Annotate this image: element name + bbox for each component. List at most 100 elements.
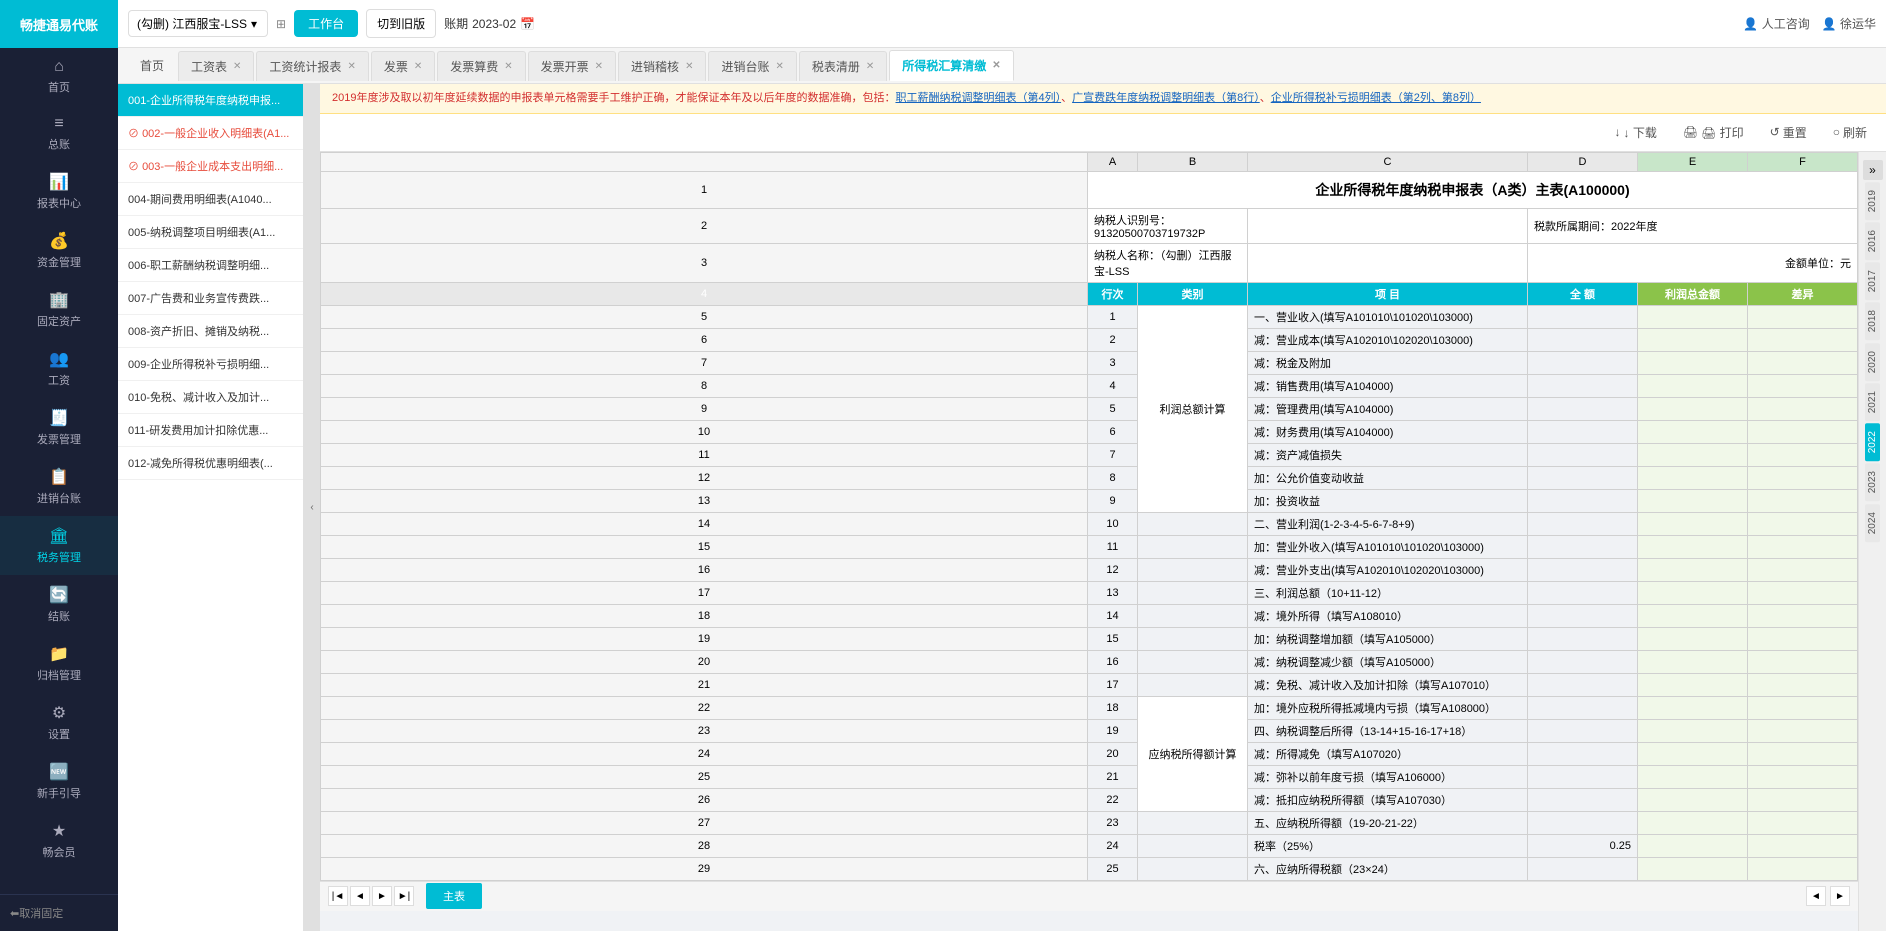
cell-diff[interactable] <box>1748 397 1858 420</box>
cell-num[interactable]: 19 <box>1088 719 1138 742</box>
cell-diff[interactable] <box>1748 834 1858 857</box>
cell-diff[interactable] <box>1748 719 1858 742</box>
cell-profit[interactable] <box>1638 535 1748 558</box>
cell-item[interactable]: 加：境外应税所得抵减境内亏损（填写A108000） <box>1248 696 1528 719</box>
tab-tax-table[interactable]: 税表清册 ✕ <box>799 51 887 81</box>
cell-amount[interactable] <box>1528 627 1638 650</box>
sheet-nav-prev[interactable]: ◄ <box>350 886 370 906</box>
tab-income-tax[interactable]: 所得税汇算清缴 ✕ <box>889 50 1013 81</box>
warning-link-1[interactable]: 职工薪酬纳税调整明细表（第4列） <box>895 92 1061 104</box>
cell-profit[interactable] <box>1638 696 1748 719</box>
left-panel-item-005[interactable]: 005-纳税调整项目明细表(A1... <box>118 216 303 249</box>
cell-item[interactable]: 加：投资收益 <box>1248 489 1528 512</box>
year-item-2021[interactable]: 2021 <box>1865 383 1880 421</box>
cell-num[interactable]: 4 <box>1088 374 1138 397</box>
cell-num[interactable]: 15 <box>1088 627 1138 650</box>
cell-profit[interactable] <box>1638 742 1748 765</box>
cell-diff[interactable] <box>1748 305 1858 328</box>
cell-num[interactable]: 9 <box>1088 489 1138 512</box>
refresh-button[interactable]: ○ 刷新 <box>1826 120 1874 145</box>
cell-diff[interactable] <box>1748 374 1858 397</box>
close-icon[interactable]: ✕ <box>233 61 241 72</box>
sheet-tab-main[interactable]: 主表 <box>426 883 482 909</box>
cell-profit[interactable] <box>1638 351 1748 374</box>
cell-diff[interactable] <box>1748 788 1858 811</box>
cell-diff[interactable] <box>1748 466 1858 489</box>
cell-profit[interactable] <box>1638 420 1748 443</box>
cell-item[interactable]: 六、应纳所得税额（23×24） <box>1248 857 1528 880</box>
cell-profit[interactable] <box>1638 489 1748 512</box>
year-item-2024[interactable]: 2024 <box>1865 504 1880 542</box>
cell-num[interactable]: 20 <box>1088 742 1138 765</box>
cell-profit[interactable] <box>1638 834 1748 857</box>
cell-num[interactable]: 5 <box>1088 397 1138 420</box>
workbench-button[interactable]: 工作台 <box>294 10 358 37</box>
cell-num[interactable]: 23 <box>1088 811 1138 834</box>
sheet-nav-next[interactable]: ► <box>372 886 392 906</box>
cell-num[interactable]: 21 <box>1088 765 1138 788</box>
cell-amount[interactable] <box>1528 604 1638 627</box>
cell-diff[interactable] <box>1748 857 1858 880</box>
cell-amount[interactable] <box>1528 397 1638 420</box>
close-icon[interactable]: ✕ <box>347 61 355 72</box>
tab-purchase-audit[interactable]: 进销稽核 ✕ <box>618 51 706 81</box>
cell-amount[interactable] <box>1528 765 1638 788</box>
cell-item[interactable]: 四、纳税调整后所得（13-14+15-16-17+18） <box>1248 719 1528 742</box>
cell-profit[interactable] <box>1638 305 1748 328</box>
sidebar-item-payroll[interactable]: 👥 工资 <box>0 339 118 398</box>
unpin-button[interactable]: ⬅ 取消固定 <box>0 894 118 931</box>
scroll-left[interactable]: ◄ <box>1806 886 1826 906</box>
sidebar-item-guide[interactable]: 🆕 新手引导 <box>0 752 118 811</box>
cell-item[interactable]: 减：财务费用(填写A104000) <box>1248 420 1528 443</box>
sidebar-item-vip[interactable]: ★ 畅会员 <box>0 811 118 870</box>
left-panel-item-012[interactable]: 012-减免所得税优惠明细表(... <box>118 447 303 480</box>
close-icon[interactable]: ✕ <box>685 61 693 72</box>
cell-item[interactable]: 减：营业外支出(填写A102010\102020\103000) <box>1248 558 1528 581</box>
cell-profit[interactable] <box>1638 558 1748 581</box>
sidebar-item-purchases[interactable]: 📋 进销台账 <box>0 457 118 516</box>
cell-item[interactable]: 加：纳税调整增加额（填写A105000） <box>1248 627 1528 650</box>
cell-amount[interactable] <box>1528 650 1638 673</box>
cell-num[interactable]: 6 <box>1088 420 1138 443</box>
cell-item[interactable]: 减：抵扣应纳税所得额（填写A107030） <box>1248 788 1528 811</box>
year-item-2020[interactable]: 2020 <box>1865 343 1880 381</box>
cell-profit[interactable] <box>1638 719 1748 742</box>
year-item-2016[interactable]: 2016 <box>1865 222 1880 260</box>
cell-item[interactable]: 减：弥补以前年度亏损（填写A106000） <box>1248 765 1528 788</box>
cell-item[interactable]: 减：免税、减计收入及加计扣除（填写A107010） <box>1248 673 1528 696</box>
cell-num[interactable]: 1 <box>1088 305 1138 328</box>
cell-profit[interactable] <box>1638 374 1748 397</box>
left-panel-item-003[interactable]: 003-一般企业成本支出明细... <box>118 150 303 183</box>
close-icon[interactable]: ✕ <box>504 61 512 72</box>
cell-num[interactable]: 11 <box>1088 535 1138 558</box>
cell-item[interactable]: 减：管理费用(填写A104000) <box>1248 397 1528 420</box>
cell-item[interactable]: 减：所得减免（填写A107020） <box>1248 742 1528 765</box>
cell-item[interactable]: 减：营业成本(填写A102010\102020\103000) <box>1248 328 1528 351</box>
calendar-icon[interactable]: 📅 <box>520 17 535 31</box>
cell-amount[interactable] <box>1528 581 1638 604</box>
cell-diff[interactable] <box>1748 673 1858 696</box>
cell-diff[interactable] <box>1748 742 1858 765</box>
cell-diff[interactable] <box>1748 489 1858 512</box>
cell-item[interactable]: 减：纳税调整减少额（填写A105000） <box>1248 650 1528 673</box>
sidebar-item-home[interactable]: ⌂ 首页 <box>0 48 118 105</box>
scroll-right[interactable]: ► <box>1830 886 1850 906</box>
cell-num[interactable]: 18 <box>1088 696 1138 719</box>
switch-version-button[interactable]: 切到旧版 <box>366 9 436 38</box>
cell-profit[interactable] <box>1638 650 1748 673</box>
cell-amount[interactable] <box>1528 466 1638 489</box>
cell-item[interactable]: 减：税金及附加 <box>1248 351 1528 374</box>
tab-home[interactable]: 首页 <box>128 51 176 80</box>
collapse-panel-button[interactable]: ‹ <box>304 84 320 931</box>
cell-amount[interactable] <box>1528 328 1638 351</box>
cell-amount[interactable] <box>1528 719 1638 742</box>
cell-num[interactable]: 7 <box>1088 443 1138 466</box>
cell-profit[interactable] <box>1638 512 1748 535</box>
tab-purchase-ledger[interactable]: 进销台账 ✕ <box>708 51 796 81</box>
cell-item[interactable]: 三、利润总额（10+11-12） <box>1248 581 1528 604</box>
cell-num[interactable]: 8 <box>1088 466 1138 489</box>
cell-diff[interactable] <box>1748 627 1858 650</box>
cell-profit[interactable] <box>1638 788 1748 811</box>
cell-num[interactable]: 2 <box>1088 328 1138 351</box>
cell-profit[interactable] <box>1638 443 1748 466</box>
